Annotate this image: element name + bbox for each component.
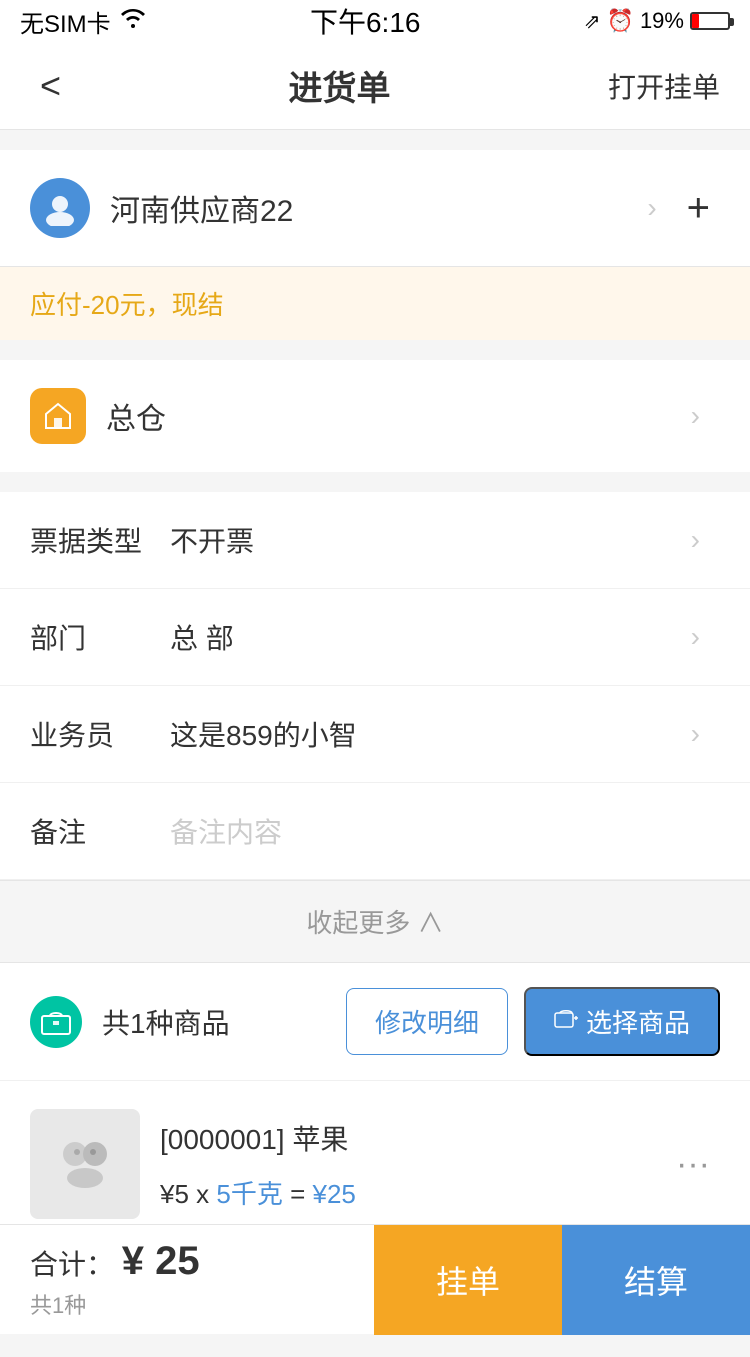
status-left: 无SIM卡 [20, 4, 147, 39]
supplier-avatar [30, 178, 90, 238]
back-button[interactable]: < [30, 55, 71, 117]
add-supplier-button[interactable]: + [677, 186, 720, 231]
alert-row: 应付-20元，现结 [0, 267, 750, 340]
department-value: 总 部 [170, 617, 691, 657]
carrier-text: 无SIM卡 [20, 4, 111, 39]
hang-button[interactable]: 挂单 [374, 1225, 562, 1335]
bottom-bar: 合计： ¥ 25 共1种 挂单 结算 [0, 1224, 750, 1334]
product-thumbnail [30, 1109, 140, 1219]
total-label: 合计： [30, 1249, 114, 1280]
form-section: 票据类型 不开票 › 部门 总 部 › 业务员 这是859的小智 › 备注 备注… [0, 492, 750, 880]
battery-text: 19% [640, 8, 684, 34]
warehouse-name: 总仓 [106, 394, 691, 438]
total-row: 合计： ¥ 25 [30, 1239, 344, 1284]
products-count: 共1种商品 [102, 1002, 346, 1042]
staff-value: 这是859的小智 [170, 714, 691, 754]
product-item: [0000001] 苹果 ¥5 x 5千克 = ¥25 ··· [0, 1080, 750, 1247]
collapse-text: 收起更多 ∧ [306, 903, 443, 940]
product-name: [0000001] 苹果 [160, 1118, 646, 1158]
product-info: [0000001] 苹果 ¥5 x 5千克 = ¥25 [160, 1118, 646, 1211]
chevron-right-icon: › [691, 524, 700, 556]
status-bar: 无SIM卡 下午6:16 ⇗ ⏰ 19% [0, 0, 750, 42]
invoice-type-row[interactable]: 票据类型 不开票 › [0, 492, 750, 589]
status-right: ⇗ ⏰ 19% [584, 8, 730, 34]
product-price: ¥5 x 5千克 = ¥25 [160, 1174, 646, 1211]
edit-detail-button[interactable]: 修改明细 [346, 988, 508, 1055]
location-icon: ⇗ [584, 9, 601, 34]
supplier-row[interactable]: 河南供应商22 › + [0, 150, 750, 267]
battery-icon [690, 12, 730, 30]
chevron-right-icon: › [691, 400, 700, 432]
products-header: 共1种商品 修改明细 选择商品 [0, 962, 750, 1080]
collapse-row[interactable]: 收起更多 ∧ [0, 880, 750, 962]
chevron-right-icon: › [691, 718, 700, 750]
open-hang-button[interactable]: 打开挂单 [608, 66, 720, 106]
chevron-right-icon: › [647, 192, 656, 224]
checkout-button[interactable]: 结算 [562, 1225, 750, 1335]
remark-label: 备注 [30, 811, 170, 851]
products-icon [30, 996, 82, 1048]
total-section: 合计： ¥ 25 共1种 [0, 1239, 374, 1320]
wifi-icon [119, 7, 147, 35]
department-label: 部门 [30, 617, 170, 657]
remark-value: 备注内容 [170, 811, 720, 851]
staff-label: 业务员 [30, 714, 170, 754]
cart-icon [554, 1006, 578, 1037]
total-count: 共1种 [30, 1288, 344, 1320]
status-time: 下午6:16 [310, 1, 421, 41]
nav-bar: < 进货单 打开挂单 [0, 42, 750, 130]
warehouse-row[interactable]: 总仓 › [0, 360, 750, 472]
invoice-type-value: 不开票 [170, 520, 691, 560]
select-products-button[interactable]: 选择商品 [524, 987, 720, 1056]
invoice-type-label: 票据类型 [30, 520, 170, 560]
staff-row[interactable]: 业务员 这是859的小智 › [0, 686, 750, 783]
page-title: 进货单 [289, 61, 391, 110]
department-row[interactable]: 部门 总 部 › [0, 589, 750, 686]
warehouse-icon [30, 388, 86, 444]
section-gap-1 [0, 130, 750, 150]
supplier-name: 河南供应商22 [110, 186, 647, 230]
alarm-icon: ⏰ [607, 8, 634, 34]
total-amount: ¥ 25 [122, 1239, 200, 1283]
chevron-right-icon: › [691, 621, 700, 653]
select-products-label: 选择商品 [586, 1003, 690, 1040]
section-gap-2 [0, 340, 750, 360]
remark-row[interactable]: 备注 备注内容 [0, 783, 750, 880]
alert-text: 应付-20元，现结 [30, 290, 224, 320]
product-more-button[interactable]: ··· [666, 1135, 720, 1194]
section-gap-3 [0, 472, 750, 492]
